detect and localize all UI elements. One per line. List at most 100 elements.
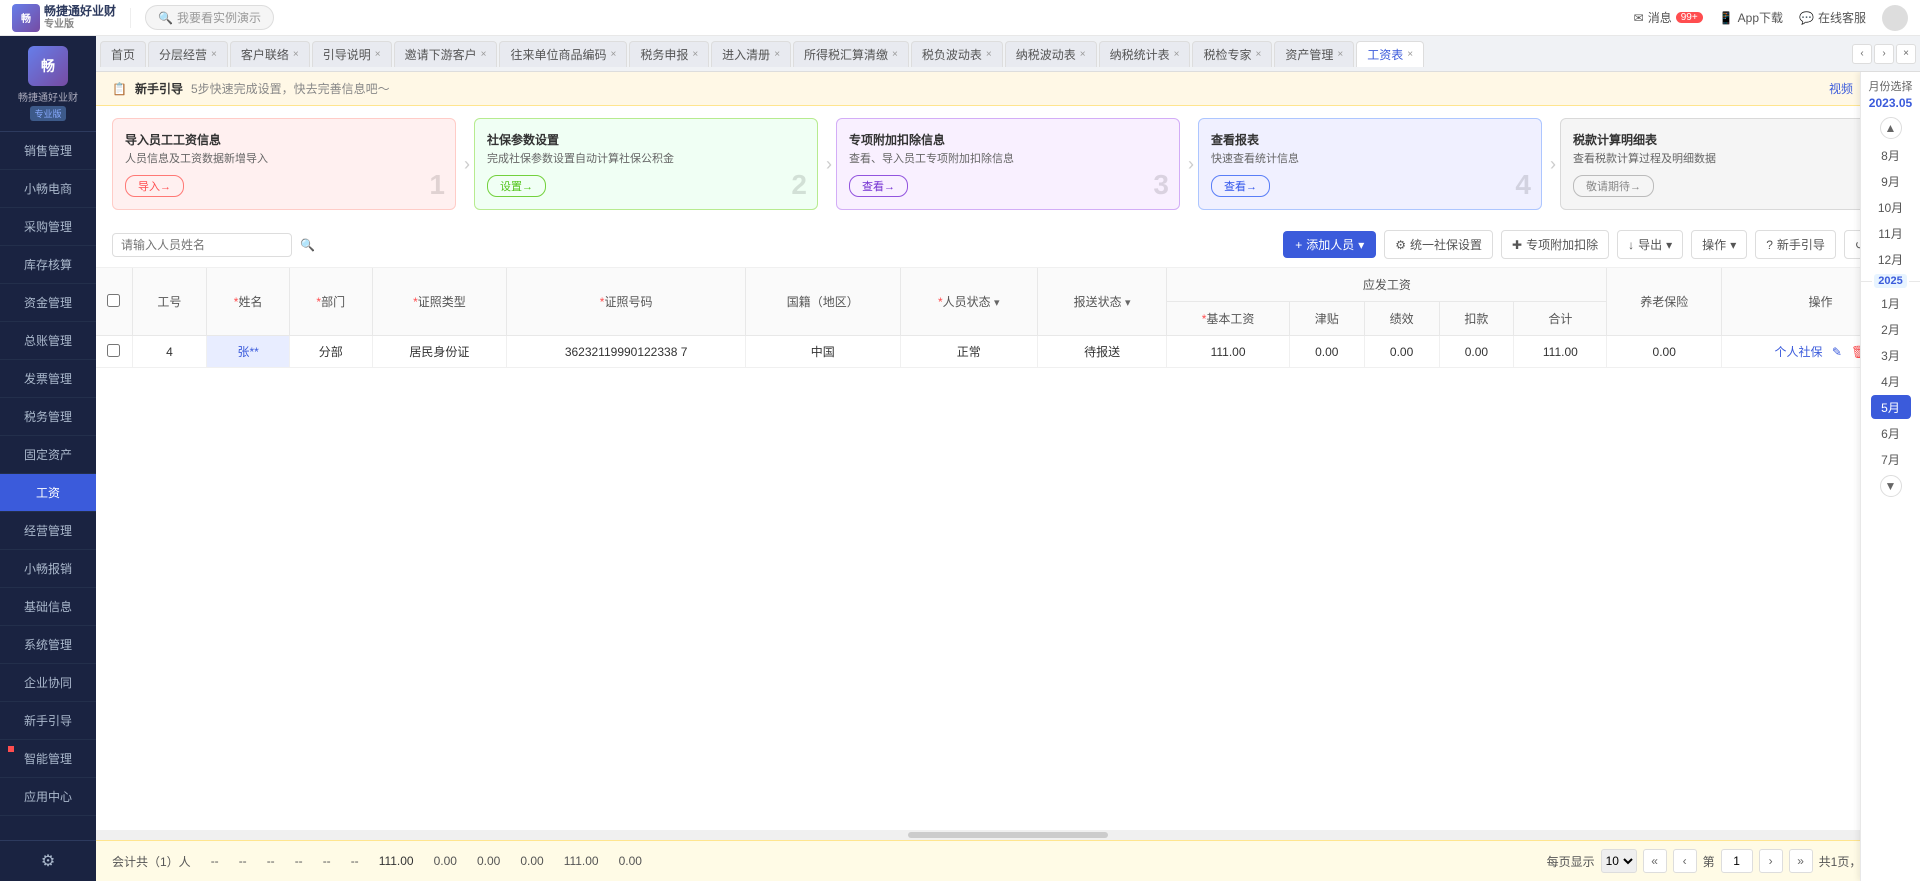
sidebar-item-basics[interactable]: 基础信息	[0, 588, 96, 626]
sidebar-item-guide[interactable]: 新手引导	[0, 702, 96, 740]
page-input[interactable]	[1721, 849, 1753, 873]
add-staff-button[interactable]: + 添加人员 ▾	[1283, 231, 1376, 258]
operations-btn[interactable]: 操作 ▾	[1691, 230, 1747, 259]
pagination: 每页显示 10 20 50 « ‹ 第 › »	[1547, 849, 1904, 873]
status-filter-icon[interactable]: ▾	[994, 297, 1000, 309]
step4-btn[interactable]: 查看→	[1211, 175, 1270, 197]
step5-btn[interactable]: 敬请期待→	[1573, 175, 1654, 197]
sidebar-item-general-ledger[interactable]: 总账管理	[0, 322, 96, 360]
sidebar-item-operations[interactable]: 经营管理	[0, 512, 96, 550]
tab-tax-expert[interactable]: 税检专家×	[1192, 41, 1272, 67]
select-all-checkbox[interactable]	[107, 294, 120, 307]
sidebar-item-sales[interactable]: 销售管理	[0, 132, 96, 170]
sidebar-item-inventory[interactable]: 库存核算	[0, 246, 96, 284]
mp-month-5[interactable]: 5月	[1871, 395, 1911, 419]
last-page-btn[interactable]: »	[1789, 849, 1813, 873]
report-filter-icon[interactable]: ▾	[1125, 297, 1131, 309]
tab-assets[interactable]: 资产管理×	[1274, 41, 1354, 67]
tab-tax-wave[interactable]: 纳税波动表×	[1005, 41, 1097, 67]
tab-tax-expert-close[interactable]: ×	[1255, 49, 1261, 60]
tab-income-tax-close[interactable]: ×	[892, 49, 898, 60]
tab-tax-summary-close[interactable]: ×	[1174, 49, 1180, 60]
app-download-btn[interactable]: 📱 App下载	[1719, 9, 1783, 26]
export-btn[interactable]: ↓ 导出 ▾	[1617, 230, 1683, 259]
prev-page-btn[interactable]: ‹	[1673, 849, 1697, 873]
tab-tax-report-close[interactable]: ×	[692, 49, 698, 60]
message-btn[interactable]: ✉ 消息 99+	[1634, 9, 1703, 26]
search-demo[interactable]: 🔍 我要看实例演示	[145, 5, 274, 30]
tab-invite-close[interactable]: ×	[481, 49, 487, 60]
unified-settings-btn[interactable]: ⚙ 统一社保设置	[1384, 230, 1493, 259]
new-guide-btn[interactable]: ? 新手引导	[1755, 230, 1836, 259]
op-edit-btn[interactable]: ✎	[1832, 345, 1842, 359]
sidebar-item-payroll[interactable]: 工资	[0, 474, 96, 512]
tab-payroll-close[interactable]: ×	[1407, 49, 1413, 60]
guide-video-btn[interactable]: 视频	[1829, 80, 1853, 97]
settings-icon: ⚙	[1395, 238, 1406, 252]
per-page-select[interactable]: 10 20 50	[1601, 849, 1637, 873]
horizontal-scrollbar[interactable]	[908, 832, 1108, 838]
tab-tax-reduction-close[interactable]: ×	[986, 49, 992, 60]
row-checkbox[interactable]	[107, 344, 120, 357]
first-page-btn[interactable]: «	[1643, 849, 1667, 873]
sidebar-item-smart[interactable]: 智能管理	[0, 740, 96, 778]
sidebar-item-apps[interactable]: 应用中心	[0, 778, 96, 816]
tab-tax-report[interactable]: 税务申报×	[629, 41, 709, 67]
sidebar-item-xiaochang-sales[interactable]: 小畅报销	[0, 550, 96, 588]
tab-tax-reduction[interactable]: 税负波动表×	[911, 41, 1003, 67]
tab-income-tax[interactable]: 所得税汇算清缴×	[793, 41, 909, 67]
tab-clear-account[interactable]: 进入清册×	[711, 41, 791, 67]
tab-payroll[interactable]: 工资表×	[1356, 41, 1424, 67]
tab-dept-mgmt-close[interactable]: ×	[211, 49, 217, 60]
sidebar-item-purchase[interactable]: 采购管理	[0, 208, 96, 246]
step2-btn[interactable]: 设置→	[487, 175, 546, 197]
mp-month-6[interactable]: 6月	[1871, 421, 1911, 445]
settings-icon[interactable]: ⚙	[0, 840, 96, 881]
tab-tax-wave-close[interactable]: ×	[1080, 49, 1086, 60]
special-deduction-btn[interactable]: ✚ 专项附加扣除	[1501, 230, 1609, 259]
tab-scroll-left[interactable]: ‹	[1852, 44, 1872, 64]
sidebar-item-fixed-assets[interactable]: 固定资产	[0, 436, 96, 474]
sidebar-item-xiaochang-ecom[interactable]: 小畅电商	[0, 170, 96, 208]
op-personal-social[interactable]: 个人社保	[1775, 345, 1823, 359]
tab-scroll-right[interactable]: ›	[1874, 44, 1894, 64]
user-avatar[interactable]	[1882, 5, 1908, 31]
tab-close-all[interactable]: ×	[1896, 44, 1916, 64]
footer-allowance: 0.00	[434, 854, 457, 868]
search-input[interactable]	[112, 233, 292, 257]
mp-month-7[interactable]: 7月	[1871, 447, 1911, 471]
step1-btn[interactable]: 导入→	[125, 175, 184, 197]
tab-dept-mgmt[interactable]: 分层经营×	[148, 41, 228, 67]
logo-area: 畅 畅捷通好业财 专业版	[12, 4, 116, 32]
th-nationality: 国籍（地区）	[745, 268, 900, 336]
tab-clear-account-close[interactable]: ×	[774, 49, 780, 60]
search-btn[interactable]: 🔍	[300, 238, 315, 252]
tab-product-code-close[interactable]: ×	[610, 49, 616, 60]
tab-invite[interactable]: 邀请下游客户×	[394, 41, 498, 67]
mp-month-12[interactable]: 12月	[1871, 268, 1911, 271]
tab-home[interactable]: 首页	[100, 41, 146, 67]
tab-customer[interactable]: 客户联络×	[230, 41, 310, 67]
tab-product-code[interactable]: 往来单位商品编码×	[499, 41, 627, 67]
tab-assets-close[interactable]: ×	[1337, 49, 1343, 60]
online-service-btn[interactable]: 💬 在线客服	[1799, 9, 1866, 26]
tab-customer-close[interactable]: ×	[293, 49, 299, 60]
next-page-btn[interactable]: ›	[1759, 849, 1783, 873]
sidebar-item-invoice[interactable]: 发票管理	[0, 360, 96, 398]
th-emp-id: 工号	[132, 268, 207, 336]
tab-guide[interactable]: 引导说明×	[312, 41, 392, 67]
footer-col3: --	[267, 854, 275, 868]
step3-btn[interactable]: 查看→	[849, 175, 908, 197]
sidebar-item-tax[interactable]: 税务管理	[0, 398, 96, 436]
th-salary-group: 应发工资	[1167, 268, 1607, 302]
sidebar-item-system[interactable]: 系统管理	[0, 626, 96, 664]
sidebar-item-finance[interactable]: 资金管理	[0, 284, 96, 322]
tab-guide-close[interactable]: ×	[375, 49, 381, 60]
sidebar-item-enterprise[interactable]: 企业协同	[0, 664, 96, 702]
mp-month-1[interactable]: 1月	[1871, 291, 1911, 315]
mp-month-2[interactable]: 2月	[1871, 317, 1911, 341]
mp-month-4[interactable]: 4月	[1871, 369, 1911, 393]
mp-month-3[interactable]: 3月	[1871, 343, 1911, 367]
tab-tax-summary[interactable]: 纳税统计表×	[1099, 41, 1191, 67]
mp-down-arrow[interactable]: ▼	[1880, 475, 1902, 497]
